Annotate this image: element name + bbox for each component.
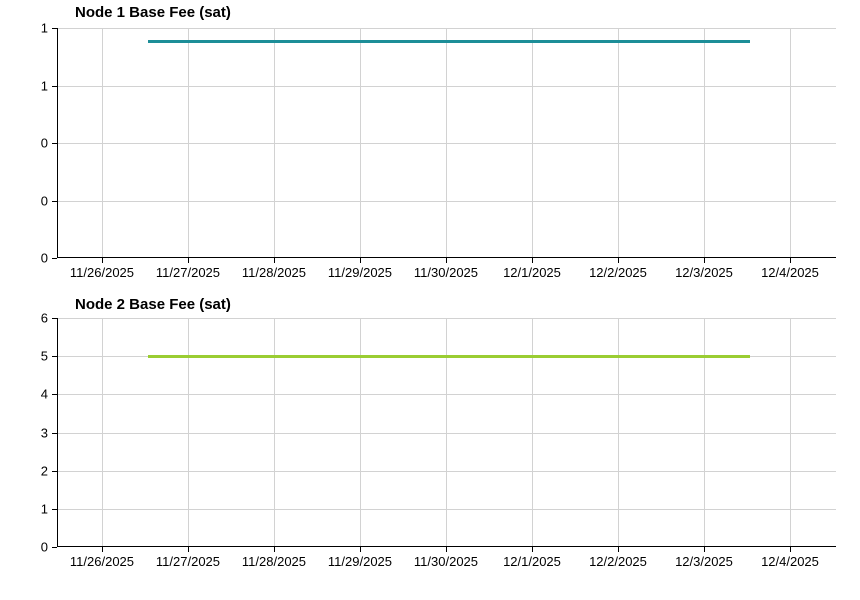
chart-title: Node 2 Base Fee (sat) bbox=[75, 296, 231, 313]
x-tick-label: 11/28/2025 bbox=[241, 265, 307, 280]
series-line-node-1-base-fee bbox=[147, 40, 750, 44]
plot-area: 11/26/2025 11/27/2025 11/28/2025 11/29/2025… bbox=[41, 312, 836, 568]
gridline-horizontal bbox=[57, 508, 836, 510]
x-tick-label: 12/4/2025 bbox=[761, 554, 819, 569]
x-tick-label: 12/2/2025 bbox=[589, 265, 647, 280]
x-tick-mark bbox=[531, 258, 533, 263]
x-tick-mark bbox=[703, 547, 705, 552]
x-tick-label: 11/29/2025 bbox=[327, 265, 393, 280]
x-tick-label: 12/2/2025 bbox=[589, 554, 647, 569]
x-tick-mark bbox=[101, 258, 103, 263]
gridline-horizontal bbox=[57, 394, 836, 396]
y-tick-label: 1 bbox=[40, 78, 48, 93]
x-tick-mark bbox=[359, 258, 361, 263]
x-tick-mark bbox=[445, 547, 447, 552]
x-tick-mark bbox=[273, 547, 275, 552]
x-tick-label: 11/27/2025 bbox=[155, 554, 221, 569]
plot-area: 11/26/2025 11/27/2025 11/28/2025 11/29/2025… bbox=[41, 22, 836, 279]
y-tick-label: 6 bbox=[40, 310, 48, 326]
x-tick-label: 11/29/2025 bbox=[327, 554, 393, 569]
x-tick-label: 11/30/2025 bbox=[413, 554, 479, 569]
x-tick-mark bbox=[187, 547, 189, 552]
y-axis-line bbox=[57, 318, 58, 547]
x-tick-mark bbox=[445, 258, 447, 263]
y-tick-label: 3 bbox=[40, 425, 48, 440]
x-tick-mark bbox=[789, 547, 791, 552]
x-tick-label: 11/27/2025 bbox=[155, 265, 221, 280]
y-tick-label: 2 bbox=[40, 463, 48, 479]
x-tick-mark bbox=[101, 547, 103, 552]
chart-node-1-base-fee: Node 1 Base Fee (sat) 11/26/2025 11/27/202… bbox=[0, 0, 860, 292]
y-tick-label: 5 bbox=[40, 348, 48, 364]
y-tick-label: 0 bbox=[40, 135, 48, 151]
y-tick-label: 1 bbox=[40, 20, 48, 36]
y-axis-line bbox=[57, 28, 58, 258]
x-tick-label: 12/4/2025 bbox=[761, 265, 819, 280]
x-tick-mark bbox=[273, 258, 275, 263]
y-tick-label: 1 bbox=[40, 501, 48, 517]
chart-title: Node 1 Base Fee (sat) bbox=[75, 4, 231, 21]
gridline-horizontal bbox=[57, 143, 836, 144]
gridline-horizontal bbox=[57, 28, 836, 29]
gridline-horizontal bbox=[57, 432, 836, 434]
y-tick-label: 0 bbox=[40, 250, 48, 266]
x-axis-line bbox=[57, 546, 836, 547]
gridline-horizontal bbox=[57, 85, 836, 87]
y-tick-label: 0 bbox=[40, 539, 48, 555]
gridline-horizontal bbox=[57, 318, 836, 319]
x-tick-label: 11/26/2025 bbox=[69, 265, 135, 280]
gridline-horizontal bbox=[57, 200, 836, 202]
y-tick-label: 0 bbox=[40, 193, 48, 208]
series-line-node-2-base-fee bbox=[147, 354, 750, 358]
x-tick-label: 11/28/2025 bbox=[241, 554, 307, 569]
x-tick-mark bbox=[531, 547, 533, 552]
x-axis-line bbox=[57, 257, 836, 258]
x-tick-label: 12/3/2025 bbox=[675, 554, 733, 569]
chart-node-2-base-fee: Node 2 Base Fee (sat) 11/26/2025 11/27/202… bbox=[0, 292, 860, 600]
x-tick-mark bbox=[187, 258, 189, 263]
gridline-horizontal bbox=[57, 470, 836, 472]
x-tick-mark bbox=[703, 258, 705, 263]
x-tick-mark bbox=[617, 258, 619, 263]
y-tick-mark bbox=[52, 258, 57, 259]
fee-charts-page: Node 1 Base Fee (sat) 11/26/2025 11/27/202… bbox=[0, 0, 860, 600]
x-tick-mark bbox=[617, 547, 619, 552]
x-tick-label: 12/1/2025 bbox=[503, 265, 561, 280]
x-tick-label: 11/26/2025 bbox=[69, 554, 135, 569]
x-tick-mark bbox=[359, 547, 361, 552]
x-tick-mark bbox=[789, 258, 791, 263]
x-tick-label: 11/30/2025 bbox=[413, 265, 479, 280]
y-tick-label: 4 bbox=[40, 386, 48, 402]
x-tick-label: 12/1/2025 bbox=[503, 554, 561, 569]
x-tick-label: 12/3/2025 bbox=[675, 265, 733, 280]
y-tick-mark bbox=[52, 547, 57, 548]
